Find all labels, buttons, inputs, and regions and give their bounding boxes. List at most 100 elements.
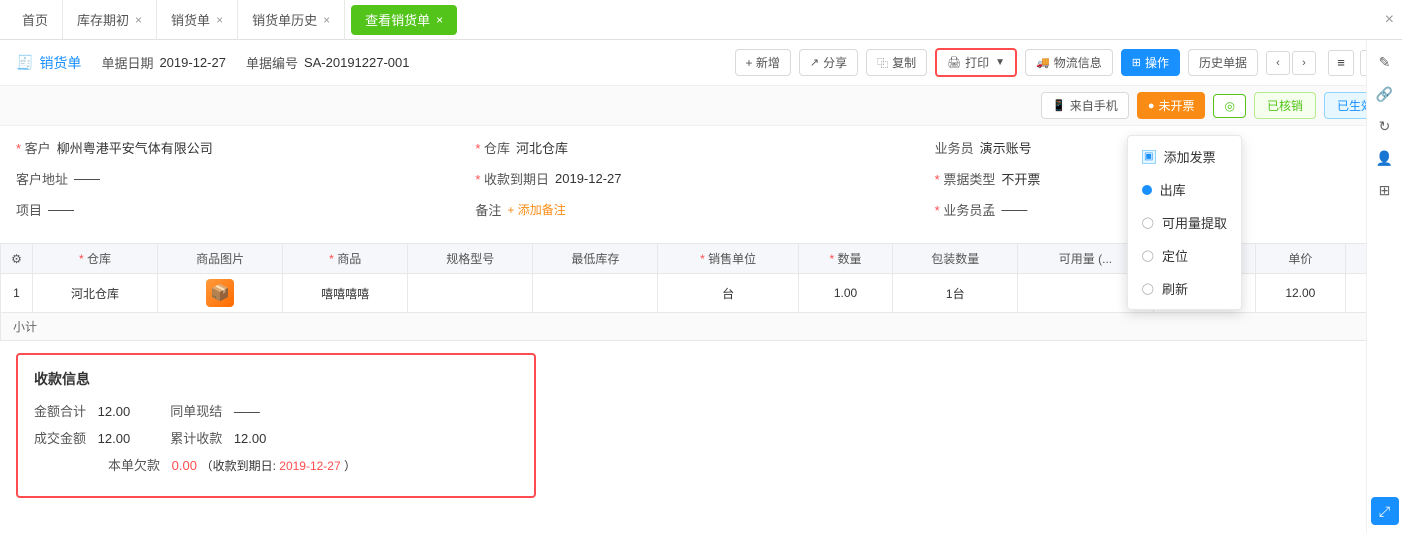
doc-meta: 单据日期 2019-12-27 单据编号 SA-20191227-001 — [101, 53, 409, 72]
doc-actions: + 新增 ↗ 分享 ⿻ 复制 🖨 打印 ▼ 🚚 物流信息 ⊞ 操作 — [735, 48, 1386, 77]
tab-home[interactable]: 首页 — [8, 0, 63, 40]
cumulative-receipt-label: 累计收款 — [170, 431, 222, 446]
location-item[interactable]: ◯ 定位 — [1128, 239, 1241, 272]
tab-close-view[interactable]: × — [436, 13, 443, 27]
row-spec — [408, 274, 533, 313]
tab-close-history[interactable]: × — [323, 13, 330, 27]
th-spec: 规格型号 — [408, 244, 533, 274]
copy-button[interactable]: ⿻ 复制 — [866, 49, 927, 76]
next-arrow[interactable]: › — [1292, 51, 1316, 75]
voided-badge: 已核销 — [1254, 92, 1316, 119]
row-quantity: 1.00 — [798, 274, 892, 313]
operations-button[interactable]: ⊞ 操作 — [1121, 49, 1180, 76]
row-product: 嘻嘻嘻嘻 — [283, 274, 408, 313]
staff-label: 业务员 — [935, 138, 974, 157]
same-order-value: —— — [234, 404, 260, 419]
logistics-button[interactable]: 🚚 物流信息 — [1025, 49, 1113, 76]
toolbar-row: 📱 来自手机 ● 未开票 ◎ 已核销 已生效 — [0, 86, 1402, 126]
sidebar-link-icon[interactable]: 🔗 — [1371, 80, 1399, 108]
row-index: 1 — [1, 274, 33, 313]
sidebar-expand-icon[interactable]: ⤢ — [1371, 497, 1399, 525]
th-warehouse: 仓库 — [33, 244, 158, 274]
th-product-image: 商品图片 — [158, 244, 283, 274]
due-date-field: 收款到期日 2019-12-27 — [475, 169, 926, 188]
correct-button[interactable]: ◎ — [1213, 94, 1245, 118]
same-order-label: 同单现结 — [170, 404, 222, 419]
tab-close-inventory[interactable]: × — [135, 13, 142, 27]
ticket-type-value: 不开票 — [1001, 169, 1040, 188]
product-image-icon: 📦 — [206, 279, 234, 307]
th-quantity: * 数量 — [798, 244, 892, 274]
sidebar-user-icon[interactable]: 👤 — [1371, 144, 1399, 172]
prev-arrow[interactable]: ‹ — [1266, 51, 1290, 75]
tab-sales-order[interactable]: 销货单 × — [157, 0, 238, 40]
outstanding-note: （收款到期日: 2019-12-27 ） — [201, 459, 356, 473]
number-value: SA-20191227-001 — [304, 55, 410, 70]
history-button[interactable]: 历史单据 — [1188, 49, 1258, 76]
nav-arrows: ‹ › — [1266, 51, 1316, 75]
share-button[interactable]: ↗ 分享 — [799, 49, 858, 76]
available-extract-icon: ◯ — [1142, 216, 1154, 229]
new-button[interactable]: + 新增 — [735, 49, 791, 76]
sidebar-refresh-icon[interactable]: ↻ — [1371, 112, 1399, 140]
add-note-button[interactable]: 添加备注 — [507, 201, 565, 218]
ticket-type-label: 票据类型 — [935, 169, 996, 188]
due-date-label: 收款到期日 — [475, 169, 549, 188]
main-content: 🧾 销货单 单据日期 2019-12-27 单据编号 SA-20191227-0… — [0, 40, 1402, 533]
total-amount-value: 12.00 — [98, 404, 131, 419]
number-label: 单据编号 — [246, 53, 298, 72]
transaction-amount-value: 12.00 — [98, 431, 131, 446]
location-icon: ◯ — [1142, 249, 1154, 262]
total-amount-label: 金额合计 — [34, 404, 86, 419]
address-label: 客户地址 — [16, 169, 68, 188]
note-field: 备注 添加备注 — [475, 200, 926, 219]
print-button[interactable]: 🖨 打印 ▼ — [935, 48, 1017, 77]
refresh-item[interactable]: ◯ 刷新 — [1128, 272, 1241, 305]
date-label: 单据日期 — [101, 53, 153, 72]
row-warehouse: 河北仓库 — [33, 274, 158, 313]
tab-bar: 首页 库存期初 × 销货单 × 销货单历史 × 查看销货单 × × — [0, 0, 1402, 40]
date-value: 2019-12-27 — [159, 55, 226, 70]
sidebar-edit-icon[interactable]: ✎ — [1371, 48, 1399, 76]
tab-inventory-init[interactable]: 库存期初 × — [63, 0, 157, 40]
th-min-stock: 最低库存 — [533, 244, 658, 274]
warehouse-label: 仓库 — [475, 138, 510, 157]
th-pack-qty: 包装数量 — [893, 244, 1018, 274]
due-date-value: 2019-12-27 — [555, 171, 622, 186]
delivery-item[interactable]: 出库 — [1128, 173, 1241, 206]
staff-value: 演示账号 — [980, 138, 1032, 157]
doc-title: 🧾 销货单 — [16, 53, 81, 73]
th-sales-unit: * 销售单位 — [658, 244, 799, 274]
operations-dropdown: ▣ 添加发票 出库 ◯ 可用量提取 ◯ 定位 ◯ 刷新 — [1127, 135, 1242, 310]
outstanding-label: 本单欠款 — [108, 458, 160, 473]
project-label: 项目 — [16, 200, 42, 219]
transaction-amount-label: 成交金额 — [34, 431, 86, 446]
not-open-button[interactable]: ● 未开票 — [1137, 92, 1206, 119]
customer-value: 柳州粤港平安气体有限公司 — [57, 138, 213, 157]
row-unit-price: 12.00 — [1255, 274, 1345, 313]
tab-close-sales[interactable]: × — [216, 13, 223, 27]
th-settings[interactable]: ⚙ — [1, 244, 33, 274]
payment-row-2: 成交金额 12.00 累计收款 12.00 — [34, 428, 518, 447]
warehouse-value: 河北仓库 — [516, 138, 568, 157]
tab-sales-history[interactable]: 销货单历史 × — [238, 0, 345, 40]
salesperson-label: 业务员孟 — [935, 200, 996, 219]
subtotal-label: 小计 — [1, 313, 1402, 341]
cumulative-receipt-value: 12.00 — [234, 431, 267, 446]
add-invoice-item[interactable]: ▣ 添加发票 — [1128, 140, 1241, 173]
delivery-icon — [1142, 185, 1152, 195]
th-unit-price: 单价 — [1255, 244, 1345, 274]
right-sidebar: ✎ 🔗 ↻ 👤 ⊞ ⤢ — [1366, 40, 1402, 533]
doc-header: 🧾 销货单 单据日期 2019-12-27 单据编号 SA-20191227-0… — [0, 40, 1402, 86]
close-window-button[interactable]: × — [1385, 11, 1394, 29]
project-value: —— — [48, 202, 74, 217]
tab-view-sales[interactable]: 查看销货单 × — [351, 5, 457, 35]
payment-row-1: 金额合计 12.00 同单现结 —— — [34, 401, 518, 420]
customer-label: 客户 — [16, 138, 51, 157]
doc-icon: 🧾 — [16, 54, 33, 71]
add-invoice-icon: ▣ — [1142, 150, 1156, 164]
sidebar-grid-icon[interactable]: ⊞ — [1371, 176, 1399, 204]
list-view-button[interactable]: ≡ — [1328, 50, 1354, 76]
from-phone-button[interactable]: 📱 来自手机 — [1041, 92, 1129, 119]
available-extract-item[interactable]: ◯ 可用量提取 — [1128, 206, 1241, 239]
